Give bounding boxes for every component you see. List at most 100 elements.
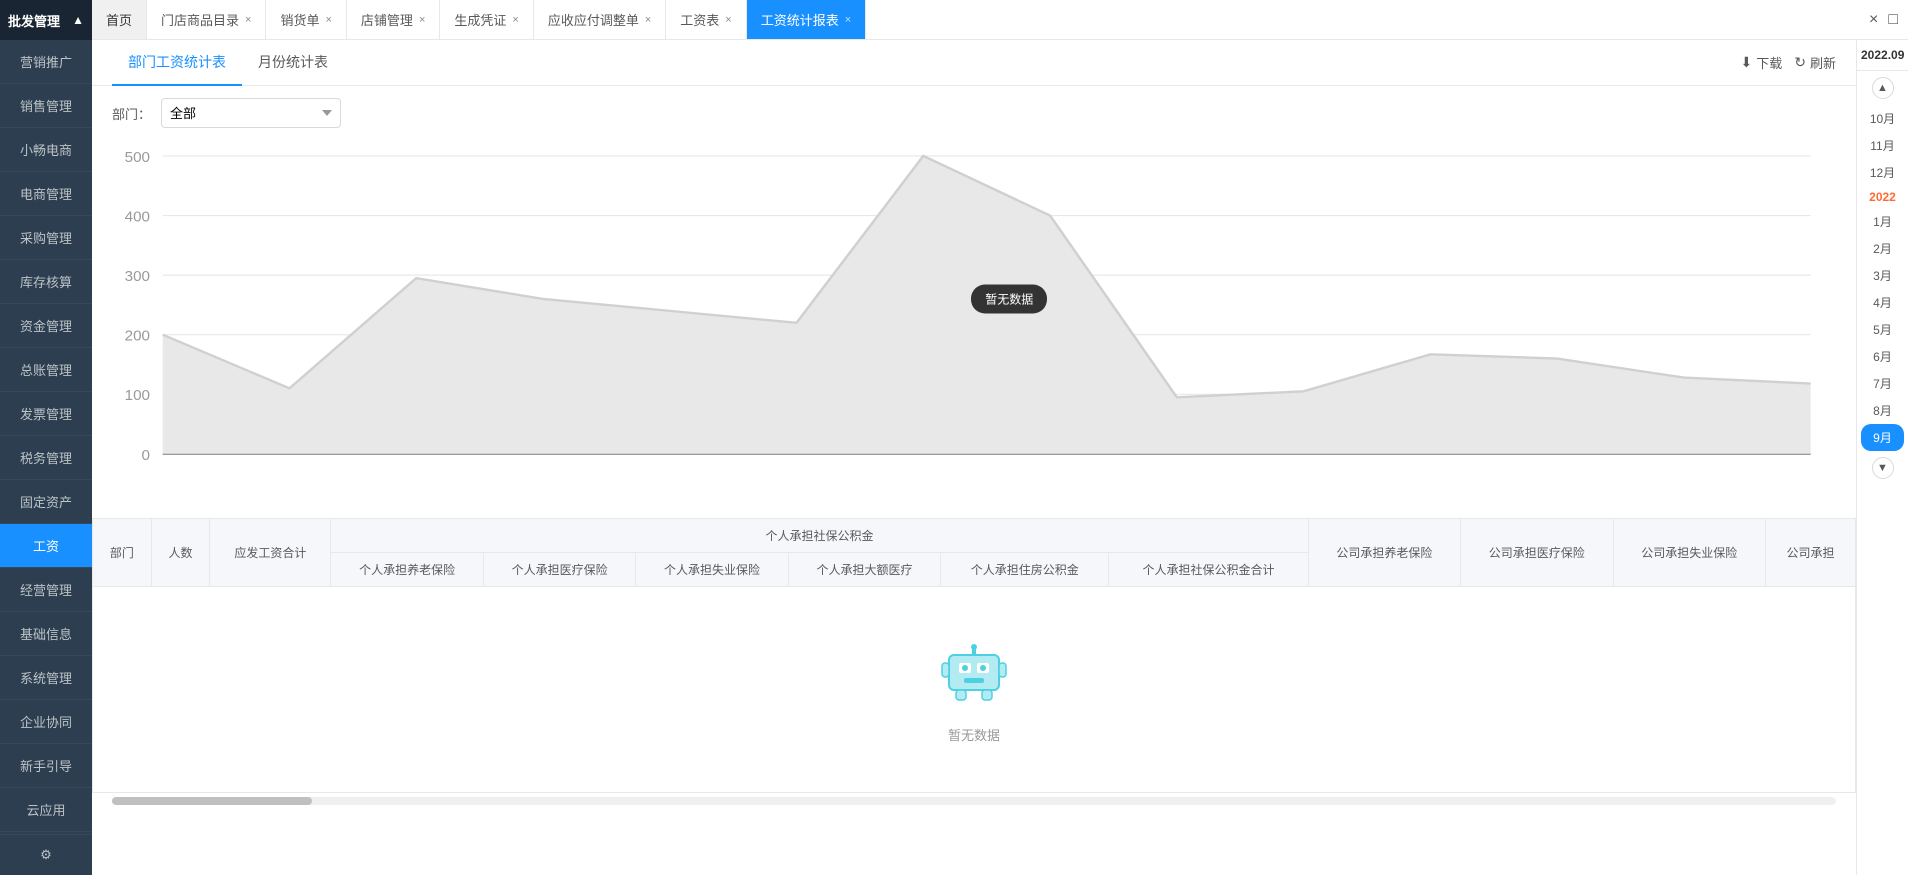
- tab-store-manage[interactable]: 店铺管理 ×: [347, 0, 440, 39]
- close-icon[interactable]: ×: [725, 14, 731, 26]
- dept-filter-select[interactable]: 全部 销售部 技术部 财务部 运营部: [161, 98, 341, 128]
- sidebar-item-kchs[interactable]: 库存核算: [0, 260, 92, 304]
- sidebar-item-cggl[interactable]: 采购管理: [0, 216, 92, 260]
- tab-label: 应收应付调整单: [548, 10, 639, 29]
- download-icon: ⬇: [1741, 54, 1753, 71]
- col-count: 人数: [151, 518, 210, 586]
- svg-text:200: 200: [125, 329, 150, 344]
- timeline-month-6[interactable]: 6月: [1857, 343, 1908, 370]
- tab-label: 销货单: [280, 10, 319, 29]
- sidebar-settings-button[interactable]: ⚙: [0, 834, 92, 875]
- page-body: 部门工资统计表 月份统计表 ⬇ 下载 ↻ 刷新: [92, 40, 1908, 875]
- timeline-month-label: 4月: [1873, 296, 1892, 310]
- sidebar-item-label: 资金管理: [20, 319, 72, 334]
- close-icon[interactable]: ×: [645, 14, 651, 26]
- tab-payroll[interactable]: 工资表 ×: [666, 0, 746, 39]
- tab-sales-order[interactable]: 销货单 ×: [266, 0, 346, 39]
- tab-receivable-adjust[interactable]: 应收应付调整单 ×: [534, 0, 666, 39]
- col-group-personal: 个人承担社保公积金: [331, 518, 1308, 552]
- tab-month-stats[interactable]: 月份统计表: [242, 40, 344, 86]
- sidebar-item-label: 电商管理: [20, 187, 72, 202]
- empty-icon: [934, 635, 1014, 715]
- tab-store-catalog[interactable]: 门店商品目录 ×: [147, 0, 266, 39]
- close-all-tabs-button[interactable]: ×: [1869, 11, 1878, 29]
- sidebar-item-label: 采购管理: [20, 231, 72, 246]
- empty-state: 暂无数据: [103, 595, 1845, 784]
- sidebar-item-label: 总账管理: [20, 363, 72, 378]
- sidebar-item-label: 库存核算: [20, 275, 72, 290]
- close-icon[interactable]: ×: [845, 14, 851, 26]
- timeline-month-12[interactable]: 12月: [1857, 159, 1908, 186]
- empty-text: 暂无数据: [948, 725, 1000, 744]
- sidebar-item-jygl[interactable]: 经营管理: [0, 568, 92, 612]
- timeline-month-8[interactable]: 8月: [1857, 397, 1908, 424]
- sidebar-item-dsgl[interactable]: 电商管理: [0, 172, 92, 216]
- sidebar-item-xsyd[interactable]: 新手引导: [0, 744, 92, 788]
- svg-text:100: 100: [125, 389, 150, 404]
- tab-label: 门店商品目录: [161, 10, 239, 29]
- timeline-month-5[interactable]: 5月: [1857, 316, 1908, 343]
- tab-dept-payroll[interactable]: 部门工资统计表: [112, 40, 242, 86]
- close-icon[interactable]: ×: [245, 14, 251, 26]
- sidebar-title: 批发管理: [8, 11, 60, 30]
- timeline-year-label: 2022: [1869, 190, 1896, 204]
- table-area: 部门 人数 应发工资合计 个人承担社保公积金 公司承担养老保险 公司承担医疗保险…: [92, 518, 1856, 875]
- timeline-month-1[interactable]: 1月: [1857, 208, 1908, 235]
- sidebar-item-label: 基础信息: [20, 627, 72, 642]
- tab-home[interactable]: 首页: [92, 0, 147, 39]
- no-data-tooltip: 暂无数据: [971, 284, 1047, 313]
- sidebar-item-xsgl[interactable]: 销售管理: [0, 84, 92, 128]
- sidebar-item-fpgl[interactable]: 发票管理: [0, 392, 92, 436]
- horizontal-scrollbar[interactable]: [112, 797, 1836, 805]
- scroll-thumb[interactable]: [112, 797, 312, 805]
- download-button[interactable]: ⬇ 下载: [1741, 53, 1783, 72]
- timeline-month-9[interactable]: 9月: [1861, 424, 1904, 451]
- tab-generate-voucher[interactable]: 生成凭证 ×: [440, 0, 533, 39]
- sidebar-item-yyyg[interactable]: 云应用: [0, 788, 92, 832]
- sidebar-item-gdzc[interactable]: 固定资产: [0, 480, 92, 524]
- sidebar-toggle-icon[interactable]: ▲: [72, 13, 84, 27]
- timeline-month-11[interactable]: 11月: [1857, 132, 1908, 159]
- col-company-unemployment: 公司承担失业保险: [1613, 518, 1765, 586]
- sidebar-item-xtgl[interactable]: 系统管理: [0, 656, 92, 700]
- tab-payroll-report[interactable]: 工资统计报表 ×: [747, 0, 866, 39]
- timeline-month-7[interactable]: 7月: [1857, 370, 1908, 397]
- sidebar-item-qyxt[interactable]: 企业协同: [0, 700, 92, 744]
- close-icon[interactable]: ×: [419, 14, 425, 26]
- sidebar-item-label: 税务管理: [20, 451, 72, 466]
- sidebar-header[interactable]: 批发管理 ▲: [0, 0, 92, 40]
- filter-row: 部门： 全部 销售部 技术部 财务部 运营部: [92, 86, 1856, 140]
- sidebar-item-yxty[interactable]: 营销推广: [0, 40, 92, 84]
- sidebar-item-xced[interactable]: 小畅电商: [0, 128, 92, 172]
- timeline-month-10[interactable]: 10月: [1857, 105, 1908, 132]
- sidebar-item-swgl[interactable]: 税务管理: [0, 436, 92, 480]
- col-personal-unemployment: 个人承担失业保险: [636, 552, 788, 586]
- sidebar-item-jcxx[interactable]: 基础信息: [0, 612, 92, 656]
- timeline-month-label: 2月: [1873, 242, 1892, 256]
- timeline-month-label: 5月: [1873, 323, 1892, 337]
- sidebar-item-gz[interactable]: 工资: [0, 524, 92, 568]
- sidebar-item-label: 销售管理: [20, 99, 72, 114]
- timeline-month-label: 12月: [1870, 166, 1895, 180]
- timeline-up-button[interactable]: ▲: [1872, 77, 1894, 99]
- close-icon[interactable]: ×: [325, 14, 331, 26]
- timeline-month-4[interactable]: 4月: [1857, 289, 1908, 316]
- refresh-button[interactable]: ↻ 刷新: [1794, 53, 1836, 72]
- timeline-down-button[interactable]: ▼: [1872, 457, 1894, 479]
- timeline-year-2022: 2022: [1857, 186, 1908, 208]
- timeline-month-2[interactable]: 2月: [1857, 235, 1908, 262]
- sidebar-item-zjgl[interactable]: 资金管理: [0, 304, 92, 348]
- restore-button[interactable]: □: [1888, 11, 1898, 29]
- sub-tabs: 部门工资统计表 月份统计表: [112, 40, 344, 86]
- timeline-month-3[interactable]: 3月: [1857, 262, 1908, 289]
- timeline-month-label: 9月: [1873, 431, 1892, 445]
- sidebar-item-label: 固定资产: [20, 495, 72, 510]
- sub-tab-label: 部门工资统计表: [128, 54, 226, 70]
- tab-home-label: 首页: [106, 10, 132, 29]
- sidebar-item-label: 企业协同: [20, 715, 72, 730]
- col-personal-housing: 个人承担住房公积金: [941, 552, 1109, 586]
- timeline-month-label: 3月: [1873, 269, 1892, 283]
- close-icon[interactable]: ×: [512, 14, 518, 26]
- sidebar-item-zzgl[interactable]: 总账管理: [0, 348, 92, 392]
- chart-container: 暂无数据 500 400 300 200 100 0: [92, 140, 1856, 518]
